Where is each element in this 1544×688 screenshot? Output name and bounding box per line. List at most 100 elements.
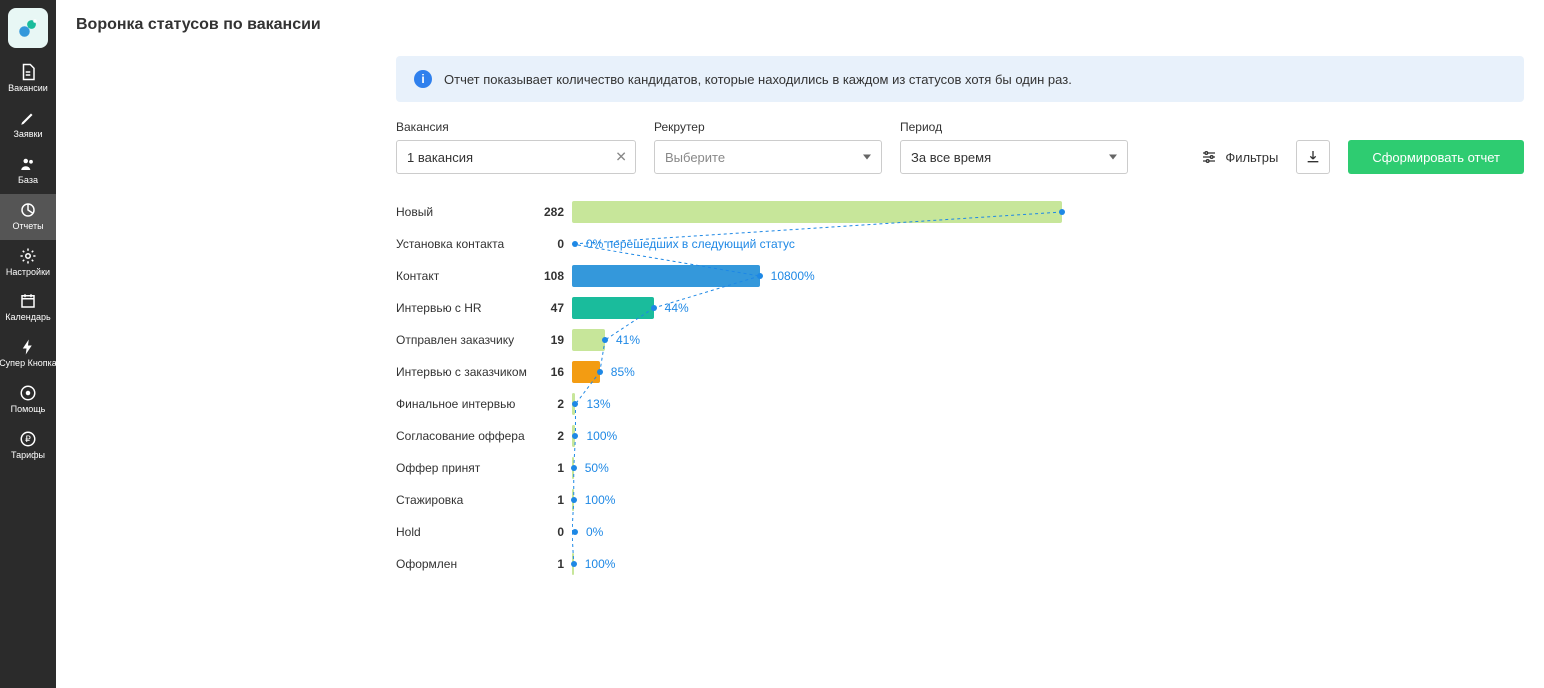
help-icon <box>18 383 38 403</box>
vacancy-label: Вакансия <box>396 120 636 134</box>
ruble-icon: ₽ <box>18 429 38 449</box>
funnel-dot <box>571 465 577 471</box>
sliders-icon <box>1201 149 1217 165</box>
funnel-bar-zone: 10800% <box>572 265 1524 287</box>
app-logo[interactable] <box>8 8 48 48</box>
funnel-row-pct: 100% <box>586 429 617 443</box>
vacancy-select[interactable]: 1 вакансия ✕ <box>396 140 636 174</box>
period-select[interactable]: За все время <box>900 140 1128 174</box>
funnel-bar-zone: 50% <box>572 457 1524 479</box>
funnel-bar-zone: 85% <box>572 361 1524 383</box>
funnel-row-label: Контакт <box>396 269 536 283</box>
sidebar: Вакансии Заявки База Отчеты Настройки Ка… <box>0 0 56 688</box>
info-banner: i Отчет показывает количество кандидатов… <box>396 56 1524 102</box>
funnel-row-pct: 13% <box>586 397 610 411</box>
funnel-row: Оффер принят150% <box>396 452 1524 484</box>
info-text: Отчет показывает количество кандидатов, … <box>444 72 1072 87</box>
nav-base[interactable]: База <box>0 148 56 194</box>
chevron-down-icon <box>863 155 871 160</box>
funnel-row-count: 16 <box>536 365 564 379</box>
funnel-dot <box>602 337 608 343</box>
funnel-row-count: 108 <box>536 269 564 283</box>
funnel-row-pct: 10800% <box>771 269 815 283</box>
funnel-row-label: Отправлен заказчику <box>396 333 536 347</box>
funnel-bar-zone: 100% <box>572 489 1524 511</box>
funnel-bar-zone: 41% <box>572 329 1524 351</box>
funnel-row-label: Стажировка <box>396 493 536 507</box>
funnel-row-count: 19 <box>536 333 564 347</box>
info-icon: i <box>414 70 432 88</box>
funnel-dot <box>571 497 577 503</box>
nav-label: Тарифы <box>11 451 45 461</box>
nav-calendar[interactable]: Календарь <box>0 285 56 331</box>
funnel-bar <box>572 265 760 287</box>
nav-label: Помощь <box>11 405 46 415</box>
filters-button[interactable]: Фильтры <box>1201 140 1278 174</box>
clear-icon[interactable]: ✕ <box>615 149 627 166</box>
funnel-bar-zone <box>572 201 1524 223</box>
funnel-row-label: Оффер принят <box>396 461 536 475</box>
funnel-bar-zone: 0% перешедших в следующий статус <box>572 233 1524 255</box>
funnel-row-label: Hold <box>396 525 536 539</box>
nav-label: Заявки <box>13 130 42 140</box>
nav-super-button[interactable]: Супер Кнопка <box>0 331 56 377</box>
funnel-row: Оформлен1100% <box>396 548 1524 580</box>
funnel-dot <box>572 529 578 535</box>
funnel-dot <box>651 305 657 311</box>
nav-label: Отчеты <box>12 222 43 232</box>
funnel-row: Hold0 0% <box>396 516 1524 548</box>
nav-reports[interactable]: Отчеты <box>0 194 56 240</box>
nav-label: Супер Кнопка <box>0 359 57 369</box>
funnel-row-label: Новый <box>396 205 536 219</box>
nav-help[interactable]: Помощь <box>0 377 56 423</box>
funnel-row-count: 0 <box>536 525 564 539</box>
funnel-bar-zone: 0% <box>572 521 1524 543</box>
recruiter-select[interactable]: Выберите <box>654 140 882 174</box>
nav-vacancies[interactable]: Вакансии <box>0 56 56 102</box>
nav-requests[interactable]: Заявки <box>0 102 56 148</box>
funnel-row-count: 2 <box>536 429 564 443</box>
funnel-row-pct: 100% <box>585 493 616 507</box>
funnel-bar-zone: 100% <box>572 425 1524 447</box>
funnel-row-count: 47 <box>536 301 564 315</box>
gear-icon <box>18 246 38 266</box>
funnel-row-count: 2 <box>536 397 564 411</box>
funnel-row-count: 1 <box>536 557 564 571</box>
funnel-row: Отправлен заказчику19 41% <box>396 324 1524 356</box>
funnel-row: Финальное интервью2 13% <box>396 388 1524 420</box>
funnel-row-count: 282 <box>536 205 564 219</box>
funnel-row: Контакт108 10800% <box>396 260 1524 292</box>
svg-text:₽: ₽ <box>25 434 31 444</box>
nav-settings[interactable]: Настройки <box>0 240 56 286</box>
pencil-icon <box>18 108 38 128</box>
funnel-dot <box>597 369 603 375</box>
funnel-row-pct: 0% перешедших в следующий статус <box>586 237 795 251</box>
funnel-row-label: Установка контакта <box>396 237 536 251</box>
download-button[interactable] <box>1296 140 1330 174</box>
funnel-row-label: Оформлен <box>396 557 536 571</box>
funnel-bar <box>572 297 654 319</box>
document-icon <box>18 62 38 82</box>
funnel-row: Интервью с заказчиком16 85% <box>396 356 1524 388</box>
people-icon <box>18 154 38 174</box>
funnel-row: Установка контакта0 0% перешедших в следу… <box>396 228 1524 260</box>
funnel-row-label: Интервью с заказчиком <box>396 365 536 379</box>
chevron-down-icon <box>1109 155 1117 160</box>
funnel-dot <box>571 561 577 567</box>
funnel-dot <box>572 241 578 247</box>
period-value: За все время <box>911 150 991 165</box>
funnel-row-pct: 0% <box>586 525 603 539</box>
nav-label: Календарь <box>5 313 50 323</box>
nav-label: Настройки <box>6 268 50 278</box>
nav-label: База <box>18 176 38 186</box>
nav-tariffs[interactable]: ₽ Тарифы <box>0 423 56 469</box>
download-icon <box>1305 149 1321 165</box>
nav-label: Вакансии <box>8 84 48 94</box>
generate-label: Сформировать отчет <box>1372 150 1500 165</box>
funnel-row-count: 0 <box>536 237 564 251</box>
funnel-row-label: Финальное интервью <box>396 397 536 411</box>
generate-report-button[interactable]: Сформировать отчет <box>1348 140 1524 174</box>
funnel-bar <box>572 201 1062 223</box>
calendar-icon <box>18 291 38 311</box>
recruiter-placeholder: Выберите <box>665 150 725 165</box>
